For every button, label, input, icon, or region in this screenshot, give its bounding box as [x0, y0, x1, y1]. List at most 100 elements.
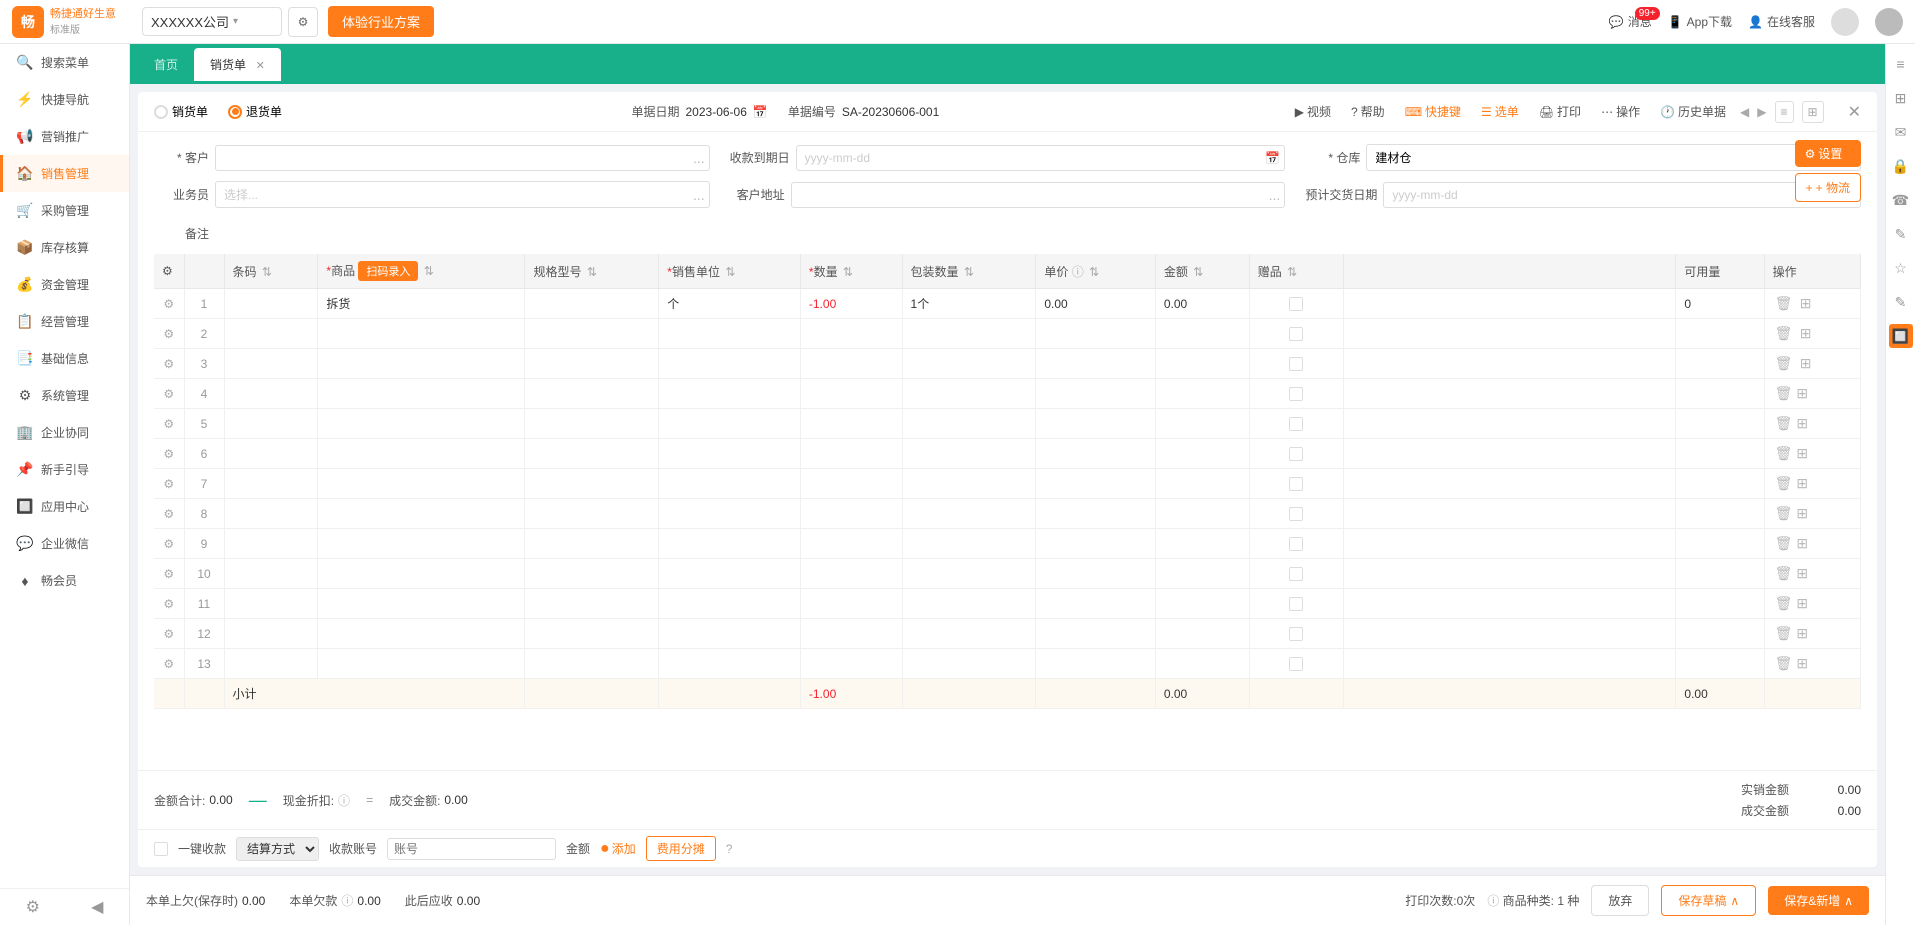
row1-settings[interactable]: ⚙	[154, 289, 184, 319]
avatar2[interactable]	[1875, 8, 1903, 36]
sidebar-collapse-btn[interactable]: ◀	[91, 897, 103, 917]
settings-action-btn[interactable]: ⚙ 设置	[1795, 140, 1861, 167]
row3-product[interactable]	[318, 349, 525, 379]
product-sort[interactable]: ⇅	[424, 264, 434, 278]
trial-button[interactable]: 体验行业方案	[328, 6, 434, 37]
online-service-button[interactable]: 👤 在线客服	[1748, 13, 1815, 30]
save-draft-button[interactable]: 保存草稿 ∧	[1661, 885, 1756, 916]
sidebar-item-inventory[interactable]: 📦 库存核算	[0, 229, 129, 266]
row2-qty[interactable]	[800, 319, 902, 349]
history-btn[interactable]: 🕐 历史单据	[1654, 100, 1732, 123]
row13-copy-btn[interactable]: ⊞	[1796, 655, 1808, 671]
rt-btn-4[interactable]: 🔒	[1889, 154, 1913, 178]
unit-sort[interactable]: ⇅	[725, 265, 735, 279]
row10-delete-btn[interactable]: 🗑	[1775, 565, 1793, 581]
row8-copy-btn[interactable]: ⊞	[1796, 505, 1808, 521]
view-grid-btn[interactable]: ⊞	[1802, 101, 1824, 123]
row1-copy-btn[interactable]: ⊞	[1800, 295, 1812, 311]
row3-price[interactable]	[1036, 349, 1155, 379]
row3-qty[interactable]	[800, 349, 902, 379]
row2-settings[interactable]: ⚙	[154, 319, 184, 349]
save-new-chevron[interactable]: ∧	[1844, 894, 1853, 908]
row3-settings[interactable]: ⚙	[154, 349, 184, 379]
doc-type-sales[interactable]: 销货单	[154, 103, 208, 120]
rt-btn-3[interactable]: ✉	[1889, 120, 1913, 144]
row3-barcode[interactable]	[224, 349, 318, 379]
row10-copy-btn[interactable]: ⊞	[1796, 565, 1808, 581]
shortcut-btn[interactable]: ⌨ 快捷键	[1399, 100, 1467, 123]
sidebar-item-basic[interactable]: 📑 基础信息	[0, 340, 129, 377]
sidebar-item-guide[interactable]: 📌 新手引导	[0, 451, 129, 488]
view-list-btn[interactable]: ≡	[1775, 101, 1794, 123]
tab-home[interactable]: 首页	[138, 48, 194, 81]
row11-settings[interactable]: ⚙	[154, 589, 184, 619]
print-btn[interactable]: 🖨 打印	[1533, 100, 1587, 123]
payment-method-select[interactable]: 结算方式	[236, 837, 319, 861]
row1-unit-price[interactable]: 0.00	[1036, 289, 1155, 319]
rt-btn-5[interactable]: ☎	[1889, 188, 1913, 212]
sidebar-item-app-center[interactable]: 🔲 应用中心	[0, 488, 129, 525]
row4-copy-btn[interactable]: ⊞	[1796, 385, 1808, 401]
amount-sort[interactable]: ⇅	[1193, 265, 1203, 279]
row2-copy-btn[interactable]: ⊞	[1800, 325, 1812, 341]
row7-copy-btn[interactable]: ⊞	[1796, 475, 1808, 491]
row3-spec[interactable]	[525, 349, 659, 379]
add-payment-btn[interactable]: ● 添加	[600, 840, 636, 858]
row3-copy-btn[interactable]: ⊞	[1800, 355, 1812, 371]
expected-date-input[interactable]: yyyy-mm-dd 📅	[1383, 182, 1861, 208]
logistics-btn[interactable]: + + 物流	[1795, 173, 1861, 202]
price-sort[interactable]: ⇅	[1089, 265, 1099, 279]
rt-btn-2[interactable]: ⊞	[1889, 86, 1913, 110]
message-button[interactable]: 💬 消息 99+	[1609, 13, 1652, 30]
help-btn[interactable]: ? 帮助	[1345, 100, 1391, 123]
operate-btn[interactable]: ⋯ 操作	[1595, 100, 1646, 123]
app-download-button[interactable]: 📱 App下载	[1668, 13, 1732, 30]
row7-settings[interactable]: ⚙	[154, 469, 184, 499]
rt-btn-6[interactable]: ✎	[1889, 222, 1913, 246]
row13-settings[interactable]: ⚙	[154, 649, 184, 679]
gift-sort[interactable]: ⇅	[1287, 265, 1297, 279]
close-form-btn[interactable]: ✕	[1848, 102, 1861, 122]
row2-barcode[interactable]	[224, 319, 318, 349]
arrears-info-icon[interactable]: ⓘ	[341, 892, 353, 909]
th-settings[interactable]: ⚙	[154, 254, 184, 289]
row2-price[interactable]	[1036, 319, 1155, 349]
row6-settings[interactable]: ⚙	[154, 439, 184, 469]
sidebar-item-sales[interactable]: 🏠 销售管理	[0, 155, 129, 192]
row5-settings[interactable]: ⚙	[154, 409, 184, 439]
pack-sort[interactable]: ⇅	[964, 265, 974, 279]
rt-btn-8[interactable]: ✎	[1889, 290, 1913, 314]
row7-delete-btn[interactable]: 🗑	[1775, 475, 1793, 491]
barcode-sort[interactable]: ⇅	[262, 265, 272, 279]
customer-address-input[interactable]: ...	[791, 182, 1286, 208]
tab-sales-order[interactable]: 销货单 ✕	[194, 48, 281, 81]
row3-delete-btn[interactable]: 🗑	[1775, 355, 1793, 371]
spec-sort[interactable]: ⇅	[587, 265, 597, 279]
row1-amount[interactable]: 0.00	[1155, 289, 1249, 319]
row2-unit[interactable]	[659, 319, 801, 349]
row11-copy-btn[interactable]: ⊞	[1796, 595, 1808, 611]
row2-product[interactable]	[318, 319, 525, 349]
one-click-checkbox[interactable]	[154, 842, 168, 856]
row12-delete-btn[interactable]: 🗑	[1775, 625, 1793, 641]
sidebar-item-funds[interactable]: 💰 资金管理	[0, 266, 129, 303]
nav-next-btn[interactable]: ▶	[1757, 105, 1766, 119]
row3-amount[interactable]	[1155, 349, 1249, 379]
nav-prev-btn[interactable]: ◀	[1740, 105, 1749, 119]
row8-settings[interactable]: ⚙	[154, 499, 184, 529]
remarks-input[interactable]	[215, 220, 1861, 246]
sidebar-settings-btn[interactable]: ⚙	[26, 897, 40, 917]
sidebar-item-search[interactable]: 🔍 搜索菜单	[0, 44, 129, 81]
row10-settings[interactable]: ⚙	[154, 559, 184, 589]
row1-unit[interactable]: 个	[659, 289, 801, 319]
rt-btn-1[interactable]: ≡	[1889, 52, 1913, 76]
sidebar-item-operations[interactable]: 📋 经营管理	[0, 303, 129, 340]
sidebar-item-enterprise[interactable]: 🏢 企业协同	[0, 414, 129, 451]
rt-btn-9[interactable]: 🔲	[1889, 324, 1913, 348]
save-draft-chevron[interactable]: ∧	[1730, 894, 1739, 908]
row2-pack[interactable]	[902, 319, 1036, 349]
row4-delete-btn[interactable]: 🗑	[1775, 385, 1793, 401]
row5-delete-btn[interactable]: 🗑	[1775, 415, 1793, 431]
row12-copy-btn[interactable]: ⊞	[1796, 625, 1808, 641]
row9-settings[interactable]: ⚙	[154, 529, 184, 559]
